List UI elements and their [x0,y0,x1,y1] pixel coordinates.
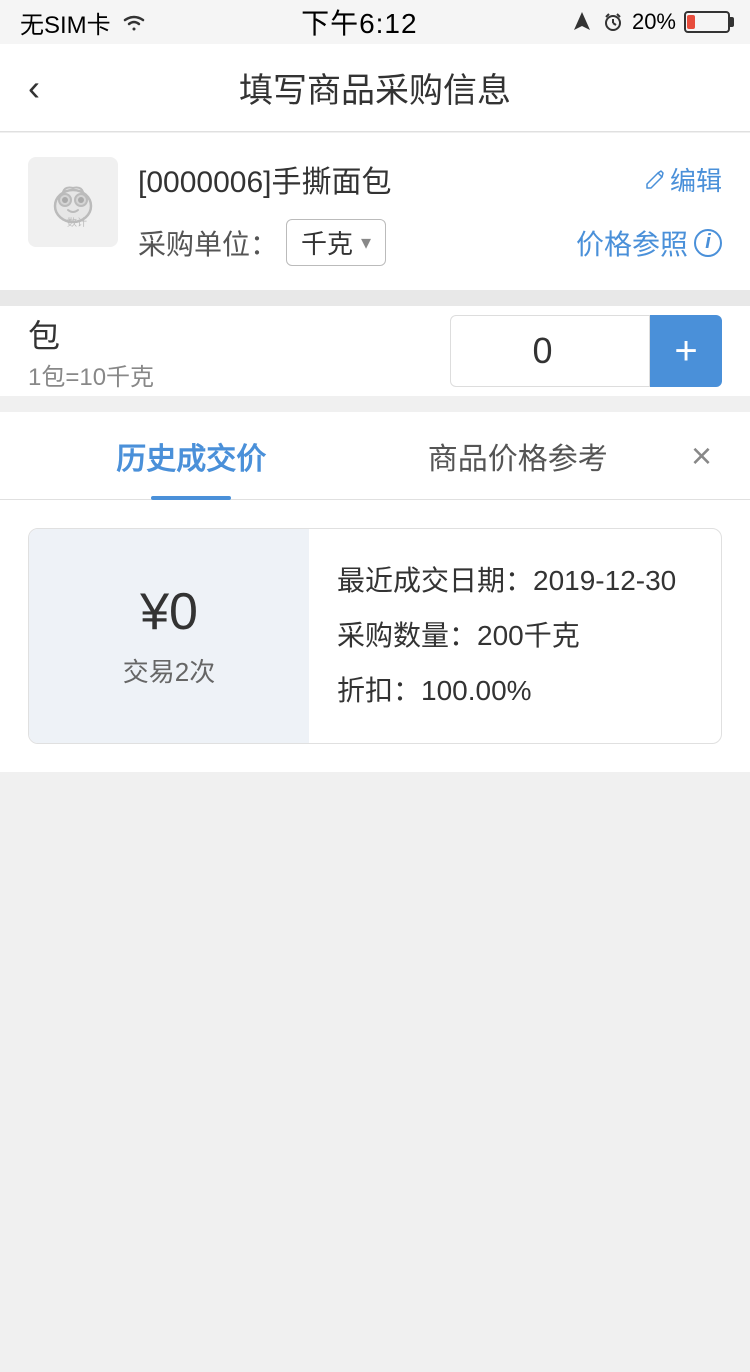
page-header: ‹ 填写商品采购信息 [0,44,750,132]
qty-label-group: 包 1包=10千克 [28,311,154,392]
qty-control: + [450,315,722,387]
edit-label: 编辑 [670,161,722,198]
history-price-panel: ¥0 交易2次 [29,529,309,743]
location-icon [570,10,594,34]
status-bar: 无SIM卡 下午6:12 20% [0,0,750,44]
history-price-value: ¥0 [140,582,198,642]
qty-unit-label: 包 [28,311,154,357]
qty-input[interactable] [450,315,650,387]
history-qty-row: 采购数量：200千克 [337,616,693,655]
product-name: [0000006]手撕面包 [138,157,391,201]
tab-price-ref-label: 商品价格参考 [428,434,608,478]
chevron-down-icon: ▾ [361,230,371,255]
battery-percent: 20% [632,9,676,35]
wifi-icon [119,11,149,33]
history-date-row: 最近成交日期：2019-12-30 [337,561,693,600]
section-separator [0,290,750,306]
qty-label: 采购数量： [337,620,477,651]
qty-convert-label: 1包=10千克 [28,357,154,392]
discount-value: 100.00% [421,675,532,706]
date-value: 2019-12-30 [533,565,676,596]
tab-active-indicator [151,496,231,500]
svg-text:数计: 数计 [67,216,87,229]
battery-icon [684,11,730,33]
qty-value: 200千克 [477,620,580,651]
info-icon: i [694,229,722,257]
price-reference-button[interactable]: 价格参照 i [576,223,722,263]
alarm-icon [602,11,624,33]
unit-select[interactable]: 千克 ▾ [286,219,386,266]
tabs-header: 历史成交价 商品价格参考 × [0,412,750,500]
unit-label: 采购单位： [138,223,278,263]
tab-content-history: ¥0 交易2次 最近成交日期：2019-12-30 采购数量：200千克 折扣：… [0,500,750,772]
tabs-close-button[interactable]: × [681,435,722,477]
status-carrier: 无SIM卡 [20,5,149,40]
back-button[interactable]: ‹ [28,67,40,109]
main-background [0,772,750,1372]
unit-value: 千克 [301,224,353,261]
history-discount-row: 折扣：100.00% [337,671,693,710]
tab-price-reference[interactable]: 商品价格参考 [354,412,680,500]
page-title: 填写商品采购信息 [239,63,511,112]
qty-plus-button[interactable]: + [650,315,722,387]
quantity-row: 包 1包=10千克 + [0,306,750,396]
edit-button[interactable]: 编辑 [644,161,722,198]
status-right: 20% [570,9,730,35]
date-label: 最近成交日期： [337,565,533,596]
price-ref-label: 价格参照 [576,223,688,263]
product-card: 数计 [0000006]手撕面包 编辑 采购单位： 千克 [0,133,750,290]
discount-label: 折扣： [337,675,421,706]
tab-history-label: 历史成交价 [116,434,266,478]
history-detail-panel: 最近成交日期：2019-12-30 采购数量：200千克 折扣：100.00% [309,529,721,743]
status-time: 下午6:12 [301,2,418,42]
product-thumbnail: 数计 [28,157,118,247]
history-card: ¥0 交易2次 最近成交日期：2019-12-30 采购数量：200千克 折扣：… [28,528,722,744]
product-info: [0000006]手撕面包 编辑 采购单位： 千克 ▾ [138,157,722,266]
tabs-container: 历史成交价 商品价格参考 × ¥0 交易2次 最近成交日期：2019-12-30… [0,412,750,772]
tab-history-price[interactable]: 历史成交价 [28,412,354,500]
edit-icon [644,168,666,190]
history-trade-count: 交易2次 [123,652,215,689]
carrier-text: 无SIM卡 [20,5,111,40]
product-logo-icon: 数计 [43,172,103,232]
